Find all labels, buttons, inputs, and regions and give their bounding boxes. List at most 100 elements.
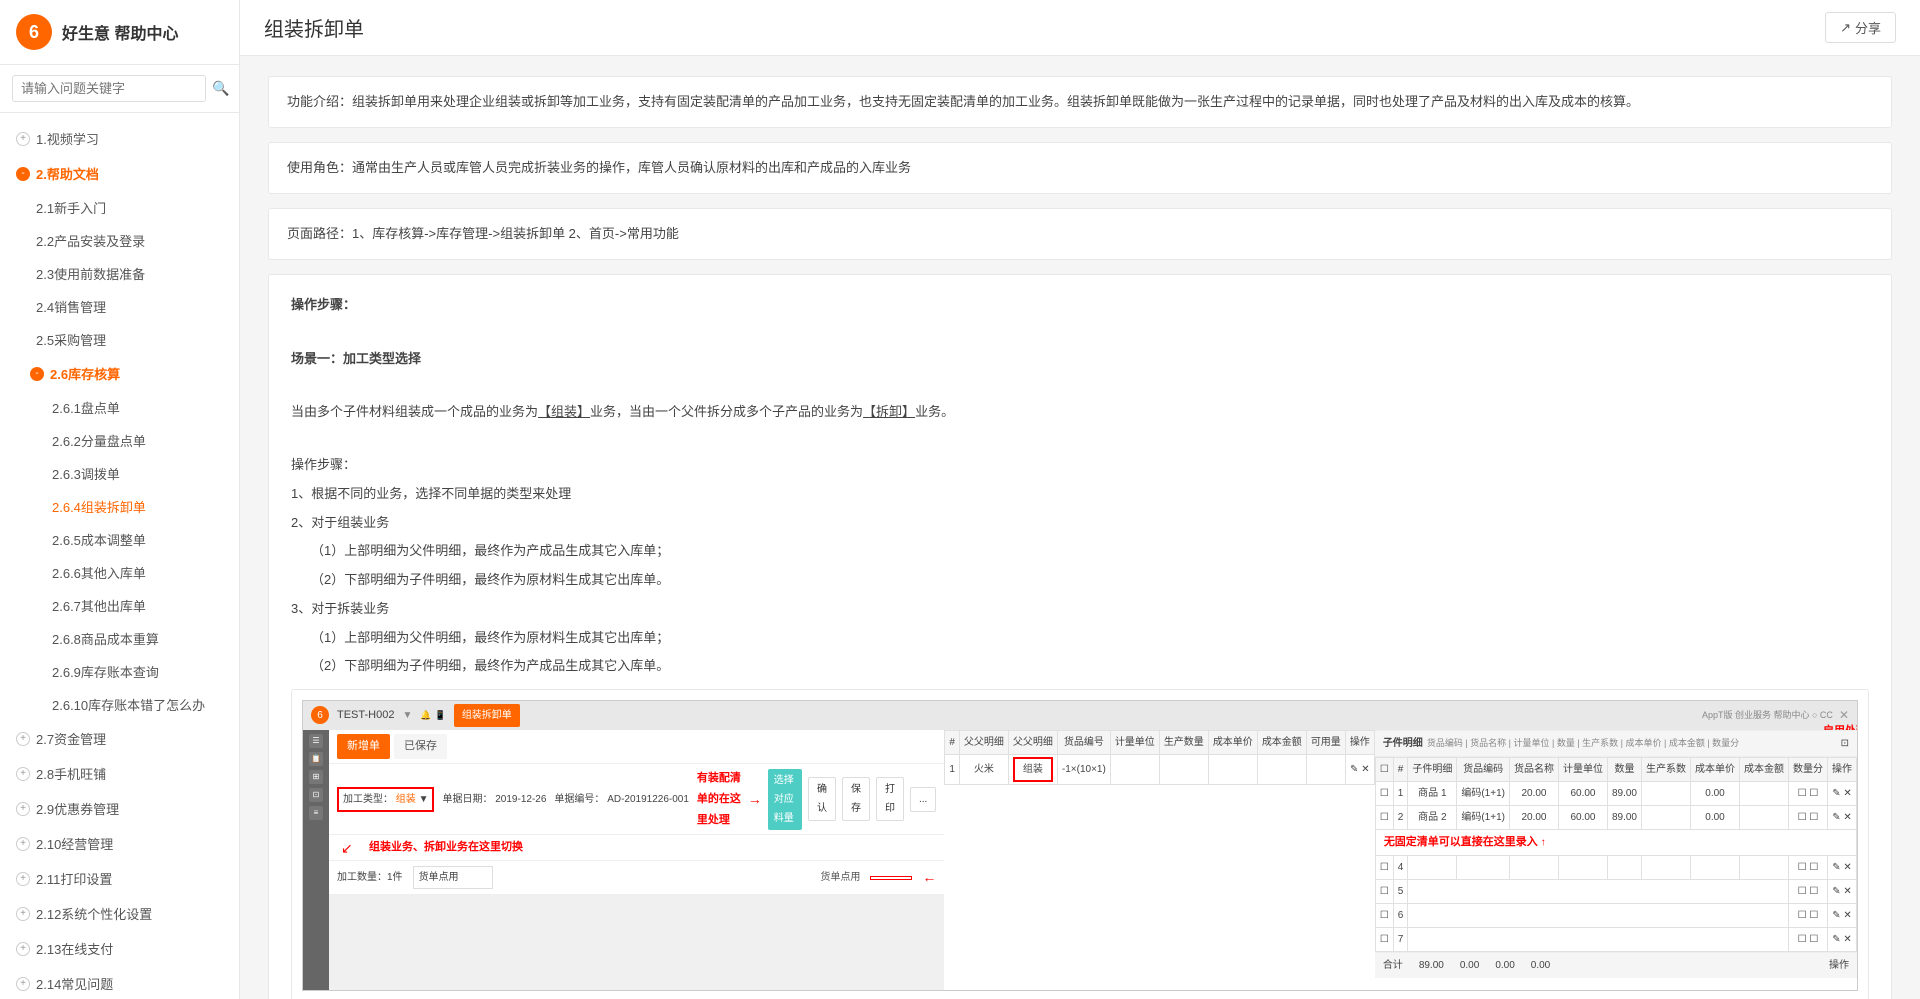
sub-td-amount-1 [1740, 781, 1789, 805]
sidebar-item-2-6-6[interactable]: 2.6.6其他入库单 [0, 556, 239, 589]
sub-td-unit-1: 60.00 [1558, 781, 1607, 805]
main-content: 组装拆卸单 ↗ 分享 功能介绍：组装拆卸单用来处理企业组装或拆卸等加工业务，支持… [240, 0, 1920, 999]
sidebar-item-2-14-label: 2.14常见问题 [36, 974, 113, 993]
sidebar-item-2-9[interactable]: + 2.9优惠券管理 [0, 791, 239, 826]
sub-td-check-2: ☐ [1375, 805, 1393, 829]
mock-print-btn[interactable]: 打印 [876, 777, 904, 821]
mock-tab-saved[interactable]: 已保存 [394, 734, 447, 759]
sidebar-item-2-6-9[interactable]: 2.6.9库存账本查询 [0, 655, 239, 688]
td-5-1: ☐ [1375, 879, 1393, 903]
sidebar-item-docs[interactable]: - 2.帮助文档 [0, 156, 239, 191]
sub-th-cost: 成本单价 [1691, 757, 1740, 781]
sidebar-item-2-6-8[interactable]: 2.6.8商品成本重算 [0, 622, 239, 655]
search-icon[interactable]: 🔍 [212, 80, 229, 97]
mock-type-value: 组装 [396, 794, 416, 805]
sidebar-item-2-12[interactable]: + 2.12系统个性化设置 [0, 896, 239, 931]
mock-items-count: 加工数量：1件 [337, 868, 403, 887]
mock-tab-new[interactable]: 新增单 [337, 734, 390, 759]
mock-sub-cols: 货品编码 | 货品名称 | 计量单位 | 数量 | 生产系数 | 成本单价 | … [1427, 735, 1739, 752]
scenario1-desc: 当由多个子件材料组装成一个成品的业务为【组装】业务，当由一个父件拆分成多个子产品… [291, 400, 1869, 425]
sub-th-num: # [1393, 757, 1408, 781]
mock-total-3: 0.00 [1495, 956, 1514, 975]
th-ops: 操作 [1345, 730, 1374, 754]
sidebar-item-2-4[interactable]: 2.4销售管理 [0, 290, 239, 323]
sidebar-item-2-3[interactable]: 2.3使用前数据准备 [0, 257, 239, 290]
mock-save-btn[interactable]: 保存 [842, 777, 870, 821]
assemble-keyword: 【组装】 [538, 404, 590, 419]
sub-table-row-3: 无固定清单可以直接在这里录入 ↑ [1375, 829, 1856, 855]
mock-top-table-body: 1 火米 组装 -1×(10×1) [945, 754, 1374, 784]
td-7-11: ☐ ☐ [1789, 927, 1828, 951]
path-block: 页面路径：1、库存核算->库存管理->组装拆卸单 2、首页->常用功能 [268, 208, 1892, 260]
expand-icon-2-12: + [16, 907, 30, 921]
td-4-2: 4 [1393, 855, 1408, 879]
mock-type-arrow: ▼ [419, 794, 429, 805]
expand-icon-2-7: + [16, 732, 30, 746]
td-5-11: ☐ ☐ [1789, 879, 1828, 903]
mock-total-4: 0.00 [1531, 956, 1550, 975]
sub-td-num-2: 2 [1393, 805, 1408, 829]
sidebar-item-2-5[interactable]: 2.5采购管理 [0, 323, 239, 356]
page-title: 组装拆卸单 [264, 13, 364, 42]
logo-icon: 6 [16, 14, 52, 50]
mock-apply-btn[interactable]: 选择对应料量 [768, 769, 802, 830]
ops-title: 操作步骤： [291, 453, 1869, 478]
sidebar-item-video[interactable]: + 1.视频学习 [0, 121, 239, 156]
share-button[interactable]: ↗ 分享 [1825, 12, 1896, 43]
sub-table-row-6: ☐6☐ ☐✎ ✕ [1375, 903, 1856, 927]
sidebar-item-2-9-label: 2.9优惠券管理 [36, 799, 119, 818]
td-ops: ✎ ✕ [1345, 754, 1374, 784]
sidebar-item-2-1[interactable]: 2.1新手入门 [0, 191, 239, 224]
mock-new-order-btn[interactable]: 组装拆卸单 [454, 704, 520, 727]
th-cost: 成本单价 [1208, 730, 1257, 754]
sub-th-qty: 数量 [1607, 757, 1641, 781]
sub-th-qtypart: 数量分 [1789, 757, 1828, 781]
td-4-10 [1740, 855, 1789, 879]
td-4-1: ☐ [1375, 855, 1393, 879]
share-icon: ↗ [1840, 20, 1851, 36]
mock-nav-icon-3: ⊞ [309, 770, 323, 784]
mock-main-area: 新增单 已保存 加工类型： 组装 ▼ [329, 730, 944, 990]
sidebar-item-2-6-3[interactable]: 2.6.3调拨单 [0, 457, 239, 490]
td-5-2: 5 [1393, 879, 1408, 903]
path-text: 页面路径：1、库存核算->库存管理->组装拆卸单 2、首页->常用功能 [287, 226, 679, 241]
sidebar-item-2-6-4[interactable]: 2.6.4组装拆卸单 [0, 490, 239, 523]
td-7-12: ✎ ✕ [1828, 927, 1857, 951]
mock-content-wrap: ☰ 📋 ⊞ ⊡ ≡ 新增单 已保存 [303, 730, 1857, 990]
mock-more-btn[interactable]: ... [910, 787, 936, 812]
sidebar-item-2-6-7[interactable]: 2.6.7其他出库单 [0, 589, 239, 622]
td-parent2: 组装 [1008, 754, 1057, 784]
search-input[interactable] [12, 75, 206, 102]
step2-2: （2）下部明细为子件明细，最终作为原材料生成其它出库单。 [291, 568, 1869, 593]
mock-dropdown: ▼ [402, 706, 412, 725]
mock-field-label: 货单点用 [820, 868, 860, 887]
sidebar-item-2-13[interactable]: + 2.13在线支付 [0, 931, 239, 966]
th-avail: 可用量 [1306, 730, 1345, 754]
sidebar-item-2-6-5[interactable]: 2.6.5成本调整单 [0, 523, 239, 556]
sub-th-sku: 货品编码 [1457, 757, 1510, 781]
sidebar-item-2-2[interactable]: 2.2产品安装及登录 [0, 224, 239, 257]
mock-sub-table-title: 子件明细 [1383, 734, 1423, 753]
sidebar-item-2-6-1[interactable]: 2.6.1盘点单 [0, 391, 239, 424]
mock-bottom-table-area: 子件明细 货品编码 | 货品名称 | 计量单位 | 数量 | 生产系数 | 成本… [1375, 730, 1857, 990]
collapse-icon-2-6: - [30, 367, 44, 381]
td-6-11: ☐ ☐ [1789, 903, 1828, 927]
mock-total-label: 合计 [1383, 956, 1403, 975]
sidebar-item-2-6-10[interactable]: 2.6.10库存账本错了怎么办 [0, 688, 239, 721]
content-area: 功能介绍：组装拆卸单用来处理企业组装或拆卸等加工业务，支持有固定装配清单的产品加… [240, 56, 1920, 999]
sidebar-item-2-8[interactable]: + 2.8手机旺铺 [0, 756, 239, 791]
mock-expand-icon: ⊡ [1841, 734, 1849, 753]
sidebar-item-2-7[interactable]: + 2.7资金管理 [0, 721, 239, 756]
mock-footer-totals: 合计 89.00 0.00 0.00 0.00 操作 [1375, 952, 1857, 978]
sidebar-item-2-14[interactable]: + 2.14常见问题 [0, 966, 239, 999]
mock-user-area: AppT版 创业服务 帮助中心 ○ CC [1702, 707, 1833, 724]
mock-confirm-btn[interactable]: 确认 [808, 777, 836, 821]
sidebar-item-2-6[interactable]: - 2.6库存核算 [0, 356, 239, 391]
sidebar-item-2-6-2[interactable]: 2.6.2分量盘点单 [0, 424, 239, 457]
sidebar-item-2-10[interactable]: + 2.10经营管理 [0, 826, 239, 861]
td-5-12: ✎ ✕ [1828, 879, 1857, 903]
mock-goods-field: 货单点用 [413, 866, 493, 889]
th-qty: 生产数量 [1159, 730, 1208, 754]
sidebar-item-2-11[interactable]: + 2.11打印设置 [0, 861, 239, 896]
step2-1: （1）上部明细为父件明细，最终作为产成品生成其它入库单； [291, 539, 1869, 564]
